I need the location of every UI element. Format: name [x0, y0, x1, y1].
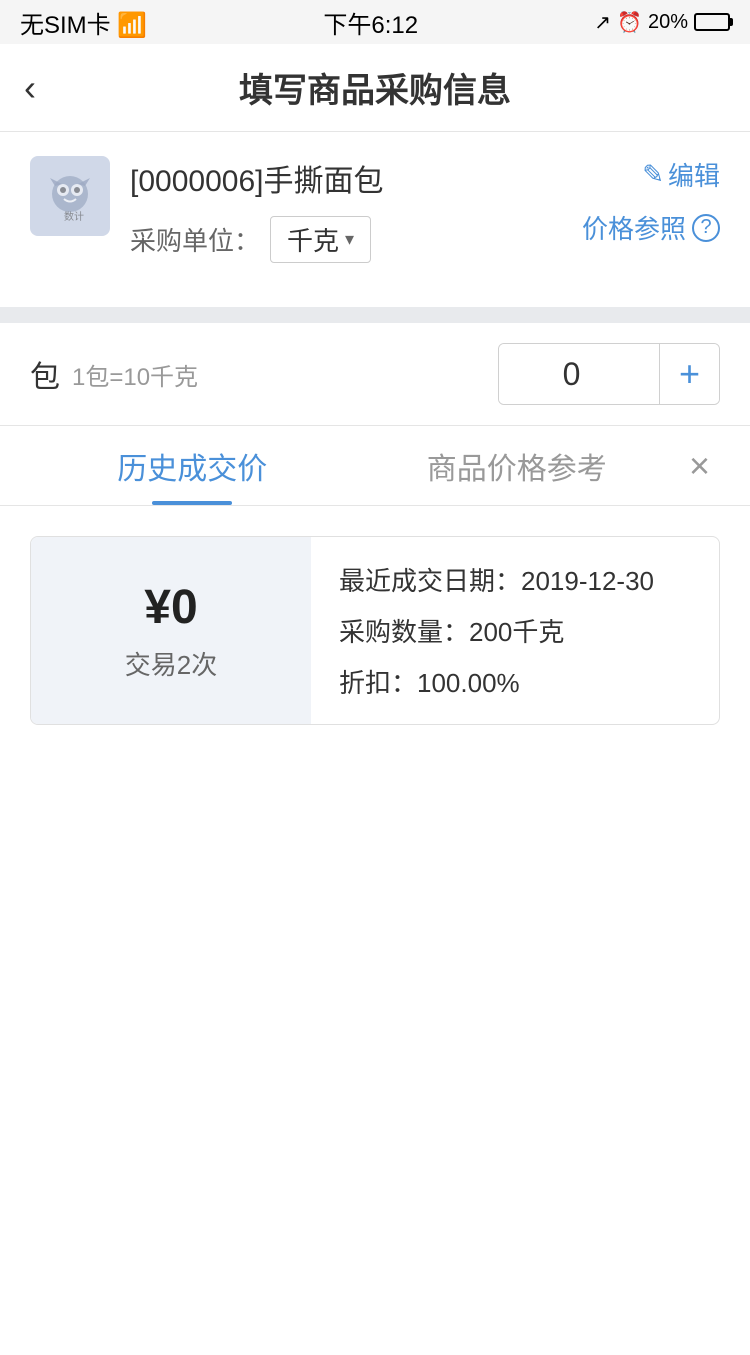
edit-button[interactable]: ✎ 编辑 — [642, 156, 720, 193]
battery-percent: 20% — [648, 11, 688, 34]
nav-bar: ‹ 填写商品采购信息 — [0, 44, 750, 132]
recent-date-label: 最近成交日期： — [339, 566, 521, 596]
white-fill-area — [0, 755, 750, 1355]
unit-value: 千克 — [287, 221, 339, 258]
qty-conversion: 1包=10千克 — [72, 357, 198, 392]
quantity-input-group: + — [498, 343, 720, 405]
back-button[interactable]: ‹ — [24, 67, 36, 109]
qty-value: 200千克 — [469, 617, 564, 647]
history-card: ¥0 交易2次 最近成交日期：2019-12-30 采购数量：200千克 折扣：… — [30, 536, 720, 725]
unit-select[interactable]: 千克 ▾ — [270, 216, 371, 263]
quantity-left: 包 1包=10千克 — [30, 352, 198, 396]
tab-product-price-ref[interactable]: 商品价格参考 — [354, 426, 678, 505]
price-ref-label: 价格参照 — [582, 209, 686, 246]
quantity-row: 包 1包=10千克 + — [0, 323, 750, 425]
product-left: 数计 [0000006]手撕面包 采购单位： 千克 ▾ — [30, 156, 383, 263]
product-logo: 数计 — [30, 156, 110, 236]
location-icon: ↗ — [594, 10, 611, 35]
qty-unit: 包 — [30, 352, 60, 396]
card-trade-count: 交易2次 — [125, 645, 217, 682]
owl-logo-icon: 数计 — [40, 166, 100, 226]
recent-date-value: 2019-12-30 — [521, 566, 654, 596]
price-ref-button[interactable]: 价格参照 ? — [582, 209, 720, 246]
discount-label: 折扣： — [339, 668, 417, 698]
card-summary: ¥0 交易2次 — [31, 537, 311, 724]
product-name: [0000006]手撕面包 — [130, 156, 383, 200]
product-header: 数计 [0000006]手撕面包 采购单位： 千克 ▾ ✎ 编辑 — [30, 156, 720, 263]
alarm-icon: ⏰ — [617, 10, 642, 35]
quantity-input[interactable] — [499, 344, 659, 404]
product-right: ✎ 编辑 价格参照 ? — [582, 156, 720, 246]
tab-history-price[interactable]: 历史成交价 — [30, 426, 354, 505]
bottom-panel: 历史成交价 商品价格参考 × ¥0 交易2次 最近成交日期：2019-12-30… — [0, 425, 750, 1355]
page-title: 填写商品采购信息 — [239, 63, 511, 112]
product-section: 数计 [0000006]手撕面包 采购单位： 千克 ▾ ✎ 编辑 — [0, 132, 750, 307]
carrier-info: 无SIM卡 📶 — [20, 5, 147, 40]
status-right: ↗ ⏰ 20% — [594, 10, 730, 35]
qty-plus-button[interactable]: + — [659, 344, 719, 404]
unit-chevron-icon: ▾ — [345, 229, 354, 250]
tab-price-ref-label: 商品价格参考 — [427, 444, 607, 488]
discount-value: 100.00% — [417, 668, 520, 698]
discount-row: 折扣：100.00% — [339, 663, 691, 700]
close-panel-button[interactable]: × — [679, 445, 720, 487]
edit-icon: ✎ — [642, 159, 664, 190]
battery-icon — [694, 13, 730, 31]
tab-history-label: 历史成交价 — [117, 444, 267, 488]
unit-label: 采购单位： — [130, 221, 260, 258]
edit-label: 编辑 — [668, 156, 720, 193]
recent-date-row: 最近成交日期：2019-12-30 — [339, 561, 691, 598]
time-display: 下午6:12 — [323, 5, 418, 40]
tabs-row: 历史成交价 商品价格参考 × — [0, 426, 750, 506]
status-bar: 无SIM卡 📶 下午6:12 ↗ ⏰ 20% — [0, 0, 750, 44]
unit-row: 采购单位： 千克 ▾ — [130, 216, 383, 263]
qty-label: 采购数量： — [339, 617, 469, 647]
svg-text:数计: 数计 — [64, 210, 84, 223]
purchase-qty-row: 采购数量：200千克 — [339, 612, 691, 649]
card-price: ¥0 — [144, 580, 197, 635]
card-details: 最近成交日期：2019-12-30 采购数量：200千克 折扣：100.00% — [311, 537, 719, 724]
section-divider — [0, 307, 750, 323]
product-info: [0000006]手撕面包 采购单位： 千克 ▾ — [130, 156, 383, 263]
help-icon: ? — [692, 214, 720, 242]
